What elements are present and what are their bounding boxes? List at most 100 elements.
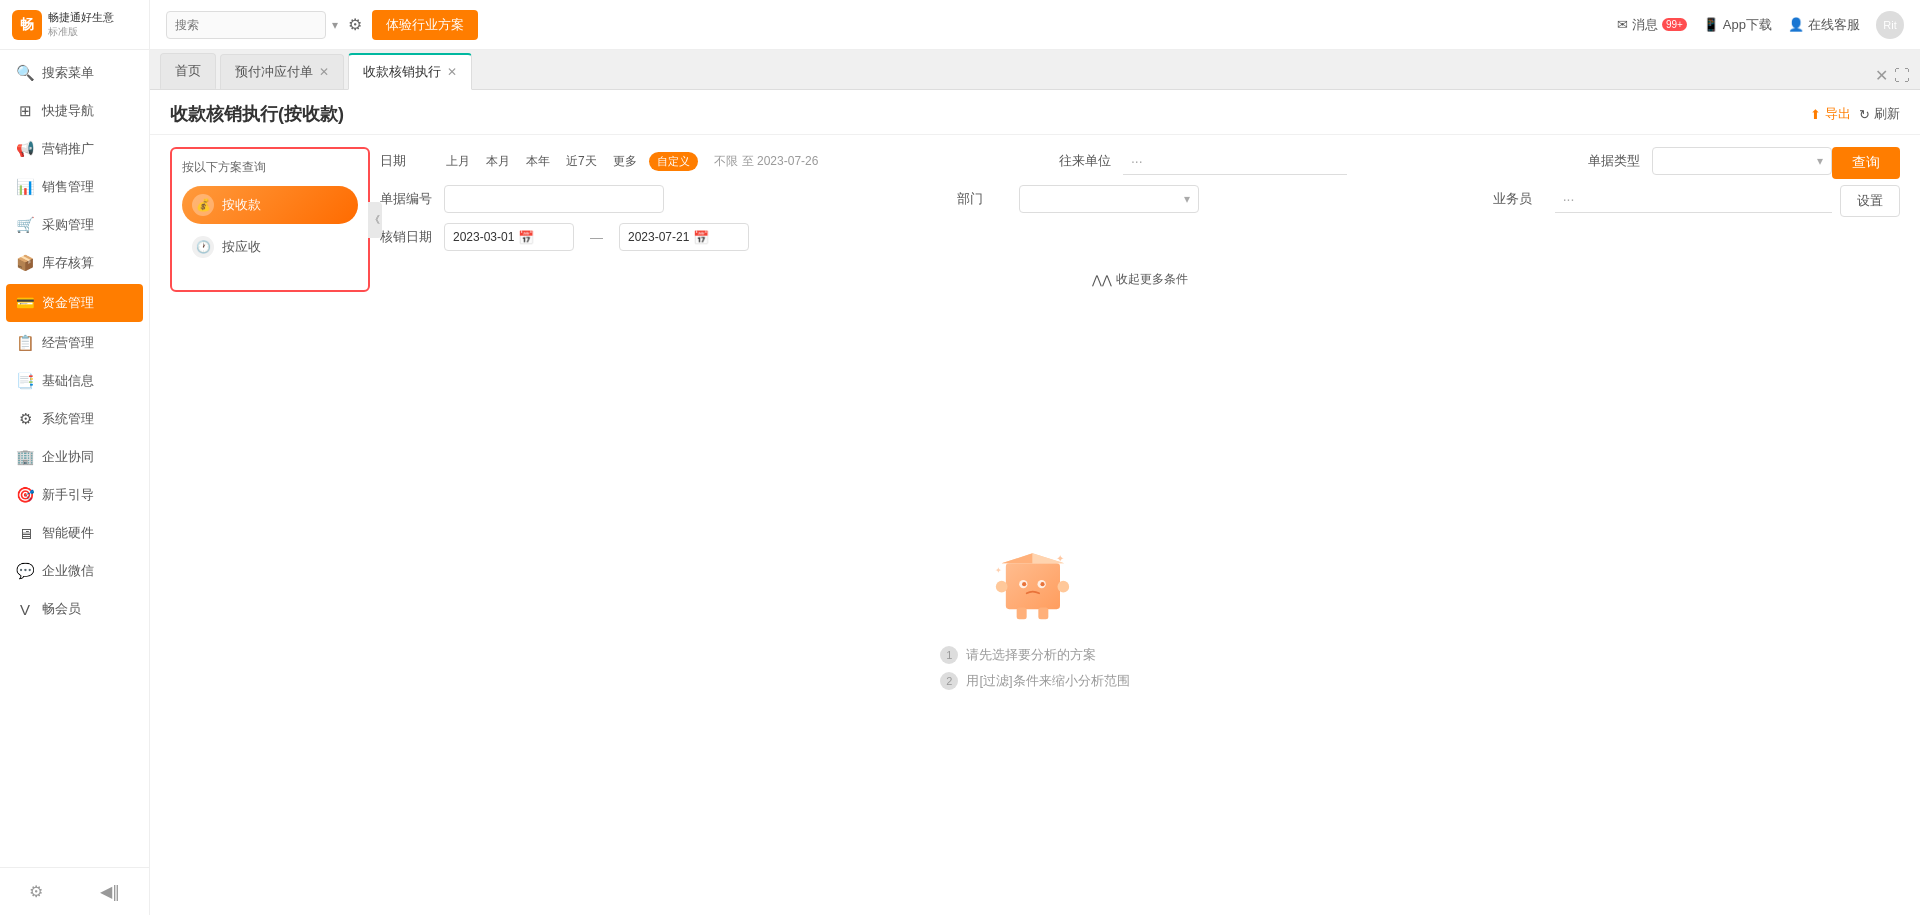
dept-select[interactable]: ▾ <box>1019 185 1199 213</box>
solution-button[interactable]: 体验行业方案 <box>372 10 478 40</box>
message-icon: ✉ <box>1617 17 1628 32</box>
shortcut-last-month[interactable]: 上月 <box>442 151 474 172</box>
receivable-icon: 🕐 <box>192 236 214 258</box>
quick-nav-icon: ⊞ <box>16 102 34 120</box>
sidebar-item-member[interactable]: V畅会员 <box>0 590 149 628</box>
sidebar-item-search-menu[interactable]: 🔍 搜索菜单 <box>0 54 149 92</box>
sidebar-item-hardware[interactable]: 🖥智能硬件 <box>0 514 149 552</box>
tab-home[interactable]: 首页 <box>160 53 216 89</box>
tab-expand-button[interactable]: ⛶ <box>1894 67 1910 85</box>
sidebar: 畅 畅捷通好生意 标准版 🔍 搜索菜单 ⊞快捷导航 📢 营销推广 📊销售管理🛒采购管理📦库… <box>0 0 150 915</box>
user-avatar[interactable]: Rit <box>1876 11 1904 39</box>
filter-option-by-receipt[interactable]: 💰 按收款 <box>182 186 358 224</box>
doc-no-label: 单据编号 <box>380 190 432 208</box>
tab-receipt-verify[interactable]: 收款核销执行 ✕ <box>348 53 472 90</box>
svg-point-3 <box>1022 582 1026 586</box>
logo-icon: 畅 <box>12 10 42 40</box>
search-input[interactable] <box>166 11 326 39</box>
shortcut-7days[interactable]: 近7天 <box>562 151 601 172</box>
main-area: ▾ ⚙ 体验行业方案 ✉ 消息 99+ 📱 App下载 👤 在线客服 Rit <box>150 0 1920 915</box>
verify-date-end-input[interactable]: 2023-07-21 📅 <box>619 223 749 251</box>
search-menu-icon: 🔍 <box>16 64 34 82</box>
verify-date-start-calendar-icon[interactable]: 📅 <box>518 230 534 245</box>
more-conditions-button[interactable]: ⋀⋀ 收起更多条件 <box>1080 267 1200 292</box>
date-label: 日期 <box>380 152 430 170</box>
staff-ellipsis[interactable]: ··· <box>1559 191 1579 207</box>
collapse-icon[interactable]: ◀‖ <box>92 878 128 905</box>
export-button[interactable]: ⬆ 导出 <box>1810 105 1851 123</box>
verify-date-end-calendar-icon[interactable]: 📅 <box>693 230 709 245</box>
tab-close-all-button[interactable]: ✕ <box>1875 66 1888 85</box>
shortcut-this-year[interactable]: 本年 <box>522 151 554 172</box>
tab-receipt-verify-close[interactable]: ✕ <box>447 65 457 79</box>
sidebar-item-system[interactable]: ⚙系统管理 <box>0 400 149 438</box>
sidebar-item-label-finance: 资金管理 <box>42 294 94 312</box>
filter-option-by-receivable[interactable]: 🕐 按应收 <box>182 228 358 266</box>
partner-input[interactable]: ··· <box>1123 147 1348 175</box>
collapse-panel-button[interactable]: 《 <box>368 202 382 238</box>
search-area: ▾ <box>166 11 338 39</box>
marketing-icon: 📢 <box>16 140 34 158</box>
sidebar-item-label-hardware: 智能硬件 <box>42 524 94 542</box>
filter-right-panel: 日期 上月 本月 本年 近7天 更多 自定义 不限 至 <box>380 147 1900 292</box>
sidebar-item-label-search-menu: 搜索菜单 <box>42 64 94 82</box>
wechat-icon: 💬 <box>16 562 34 580</box>
verify-date-start-input[interactable]: 2023-03-01 📅 <box>444 223 574 251</box>
sidebar-item-operations[interactable]: 📋经营管理 <box>0 324 149 362</box>
tip-num-1: 1 <box>940 646 958 664</box>
shortcut-more[interactable]: 更多 <box>609 151 641 172</box>
empty-state: ✦ ✦ 1 请先选择要分析的方案 2 用[过滤]条件来缩小分析范围 <box>150 304 1920 915</box>
empty-tips: 1 请先选择要分析的方案 2 用[过滤]条件来缩小分析范围 <box>940 646 1129 690</box>
sidebar-item-label-inventory: 库存核算 <box>42 254 94 272</box>
filter-area: 按以下方案查询 💰 按收款 🕐 按应收 《 <box>150 135 1920 304</box>
tab-prepay-close[interactable]: ✕ <box>319 65 329 79</box>
sidebar-item-sales[interactable]: 📊销售管理 <box>0 168 149 206</box>
doc-no-input[interactable] <box>444 185 664 213</box>
sidebar-bottom: ⚙ ◀‖ <box>0 867 149 915</box>
shortcut-custom[interactable]: 自定义 <box>649 152 698 171</box>
filter-row-1: 日期 上月 本月 本年 近7天 更多 自定义 不限 至 <box>380 147 1832 175</box>
operations-icon: 📋 <box>16 334 34 352</box>
sidebar-item-purchase[interactable]: 🛒采购管理 <box>0 206 149 244</box>
phone-icon: 📱 <box>1703 17 1719 32</box>
doc-type-select[interactable]: ▾ <box>1652 147 1832 175</box>
sales-icon: 📊 <box>16 178 34 196</box>
partner-ellipsis[interactable]: ··· <box>1127 153 1147 169</box>
sidebar-item-wechat[interactable]: 💬企业微信 <box>0 552 149 590</box>
svg-point-8 <box>1058 580 1070 592</box>
online-service-label: 在线客服 <box>1808 16 1860 34</box>
filter-option-by-receipt-label: 按收款 <box>222 196 261 214</box>
sidebar-item-label-marketing: 营销推广 <box>42 140 94 158</box>
sidebar-item-quick-nav[interactable]: ⊞快捷导航 <box>0 92 149 130</box>
sidebar-item-marketing[interactable]: 📢 营销推广 <box>0 130 149 168</box>
message-item[interactable]: ✉ 消息 99+ <box>1617 16 1687 34</box>
svg-text:✦: ✦ <box>1056 552 1064 563</box>
export-icon: ⬆ <box>1810 107 1821 122</box>
sidebar-item-label-basic-info: 基础信息 <box>42 372 94 390</box>
user-name: Rit <box>1883 19 1896 31</box>
tab-home-label: 首页 <box>175 62 201 80</box>
date-unlimited-label: 不限 <box>714 153 738 170</box>
svg-text:✦: ✦ <box>995 565 1002 575</box>
staff-input[interactable]: ··· <box>1555 185 1832 213</box>
staff-label: 业务员 <box>1493 190 1543 208</box>
settings-icon[interactable]: ⚙ <box>21 878 51 905</box>
sidebar-item-inventory[interactable]: 📦库存核算 <box>0 244 149 282</box>
refresh-button[interactable]: ↻ 刷新 <box>1859 105 1900 123</box>
tab-prepay[interactable]: 预付冲应付单 ✕ <box>220 54 344 89</box>
sidebar-item-enterprise[interactable]: 🏢企业协同 <box>0 438 149 476</box>
topbar-gear-icon[interactable]: ⚙ <box>348 15 362 34</box>
sidebar-item-finance[interactable]: 💳资金管理 <box>6 284 143 322</box>
online-service-item[interactable]: 👤 在线客服 <box>1788 16 1860 34</box>
app-logo: 畅 畅捷通好生意 标准版 <box>0 0 149 50</box>
settings-button[interactable]: 设置 <box>1840 185 1900 217</box>
dropdown-icon[interactable]: ▾ <box>332 18 338 32</box>
app-download-item[interactable]: 📱 App下载 <box>1703 16 1772 34</box>
shortcut-this-month[interactable]: 本月 <box>482 151 514 172</box>
query-button[interactable]: 查询 <box>1832 147 1900 179</box>
collapse-icon: ⋀⋀ <box>1092 273 1112 287</box>
sidebar-item-guide[interactable]: 🎯新手引导 <box>0 476 149 514</box>
tip-num-2: 2 <box>940 672 958 690</box>
sidebar-item-basic-info[interactable]: 📑基础信息 <box>0 362 149 400</box>
member-icon: V <box>16 601 34 618</box>
